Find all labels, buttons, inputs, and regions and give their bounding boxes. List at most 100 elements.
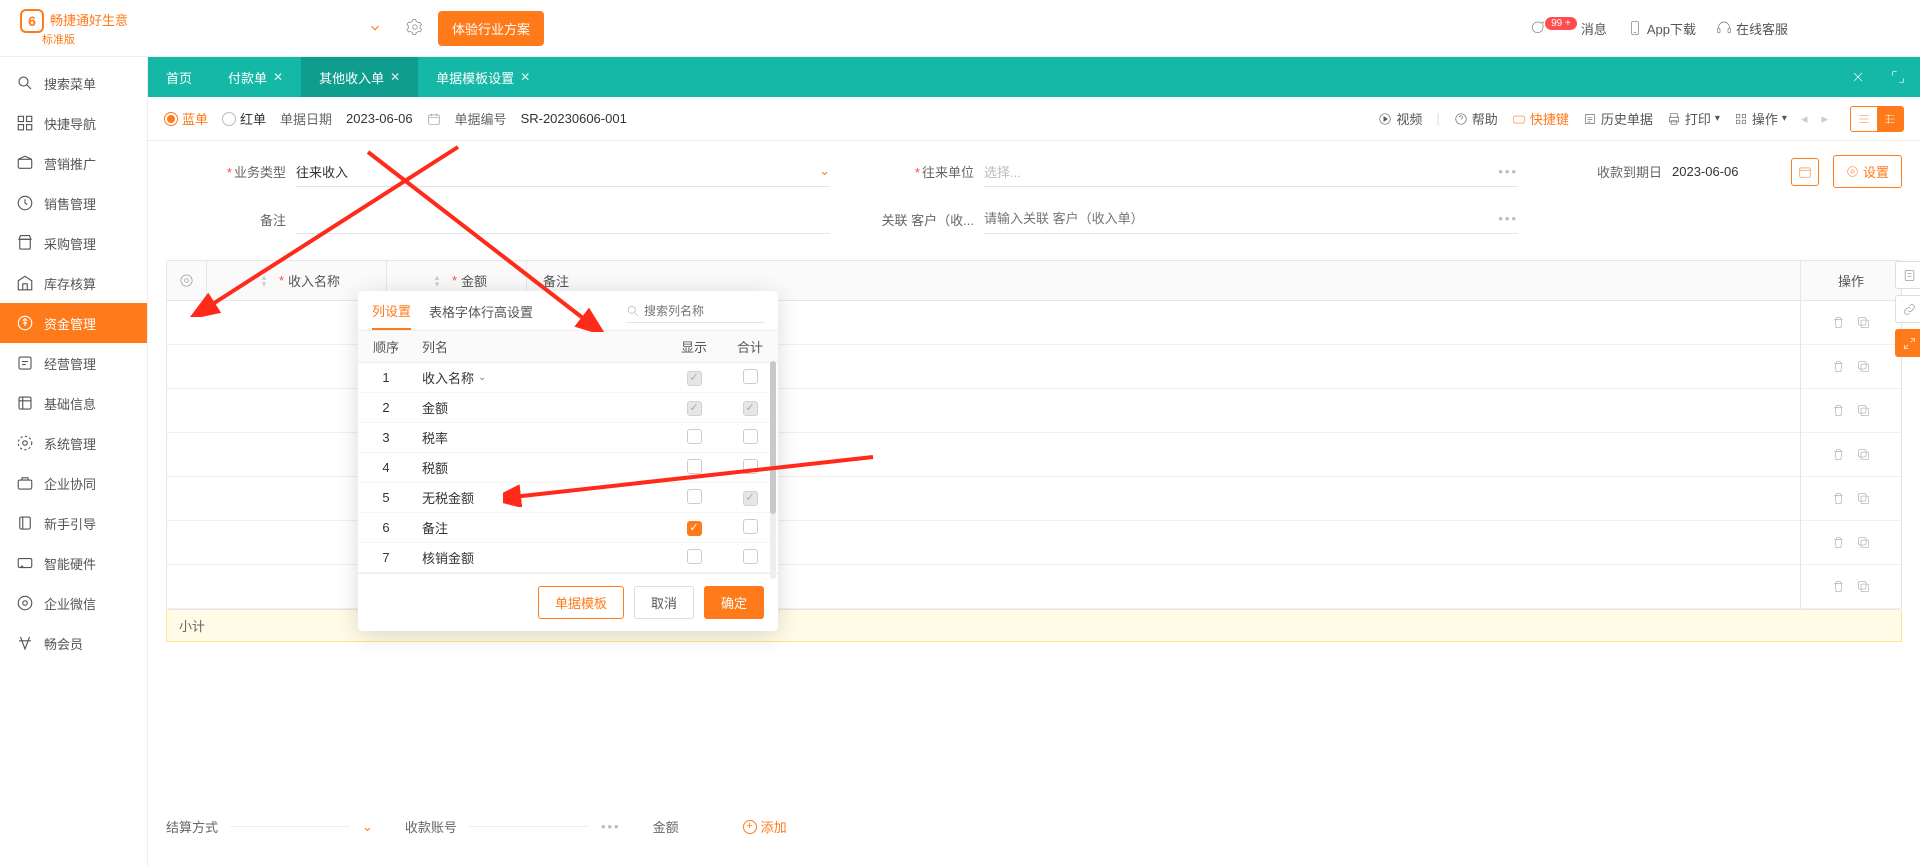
checkbox[interactable] — [743, 549, 758, 564]
sidebar-item-purchase[interactable]: 采购管理 — [0, 223, 147, 263]
sidebar-item-system[interactable]: 系统管理 — [0, 423, 147, 463]
popup-ok-button[interactable]: 确定 — [704, 586, 764, 619]
tab-close-icon[interactable]: ✕ — [273, 70, 283, 84]
calendar-button[interactable] — [1791, 158, 1819, 186]
messages-button[interactable]: 99 + 消息 — [1529, 19, 1607, 38]
remark-input[interactable] — [296, 211, 830, 226]
view-grid[interactable] — [1877, 107, 1903, 131]
popup-head-name: 列名 — [414, 337, 666, 356]
checkbox[interactable] — [687, 489, 702, 504]
nav-prev[interactable]: ◂ — [1801, 111, 1808, 127]
tab-close-icon[interactable]: ✕ — [390, 70, 400, 84]
red-doc-radio[interactable]: 红单 — [222, 109, 266, 128]
popup-tab-columns[interactable]: 列设置 — [372, 301, 411, 330]
popup-search[interactable] — [626, 304, 764, 323]
checkbox[interactable] — [687, 549, 702, 564]
popup-search-input[interactable] — [644, 304, 764, 318]
app-download-button[interactable]: App下载 — [1627, 19, 1696, 38]
copy-icon[interactable] — [1856, 535, 1871, 550]
nav-next[interactable]: ▸ — [1821, 111, 1828, 127]
sidebar-item-coop[interactable]: 企业协同 — [0, 463, 147, 503]
popup-tab-style[interactable]: 表格字体行高设置 — [429, 302, 533, 329]
float-expand-button[interactable] — [1895, 329, 1920, 357]
trash-icon[interactable] — [1831, 535, 1846, 550]
sidebar-item-sales[interactable]: 销售管理 — [0, 183, 147, 223]
sidebar-item-biz[interactable]: 经营管理 — [0, 343, 147, 383]
calendar-icon[interactable] — [427, 112, 441, 126]
company-selector[interactable] — [182, 13, 392, 43]
support-button[interactable]: 在线客服 — [1716, 19, 1788, 38]
tab-0[interactable]: 首页 — [148, 57, 210, 97]
due-date-field[interactable]: 收款到期日 2023-06-06 设置 — [1542, 155, 1902, 188]
more-icon[interactable]: ••• — [601, 819, 621, 834]
grid-settings-button[interactable] — [167, 261, 207, 300]
sidebar-item-stock[interactable]: 库存核算 — [0, 263, 147, 303]
video-link[interactable]: 视频 — [1378, 109, 1422, 128]
sidebar-item-quick[interactable]: 快捷导航 — [0, 103, 147, 143]
trash-icon[interactable] — [1831, 579, 1846, 594]
sidebar-item-base[interactable]: 基础信息 — [0, 383, 147, 423]
checkbox[interactable] — [743, 429, 758, 444]
checkbox[interactable] — [743, 369, 758, 384]
trash-icon[interactable] — [1831, 359, 1846, 374]
copy-icon[interactable] — [1856, 447, 1871, 462]
tab-expand-button[interactable] — [1884, 63, 1912, 91]
blue-doc-radio[interactable]: 蓝单 — [164, 109, 208, 128]
tab-2[interactable]: 其他收入单✕ — [301, 57, 418, 97]
form-settings-button[interactable]: 设置 — [1833, 155, 1902, 188]
float-link-button[interactable] — [1895, 295, 1920, 323]
sidebar-item-fund[interactable]: 资金管理 — [0, 303, 147, 343]
sidebar-item-promo[interactable]: 营销推广 — [0, 143, 147, 183]
hotkey-link[interactable]: 快捷键 — [1512, 109, 1569, 128]
more-icon[interactable]: ••• — [1498, 164, 1518, 179]
doc-date-value[interactable]: 2023-06-06 — [346, 111, 413, 126]
tab-close-button[interactable] — [1844, 63, 1872, 91]
print-link[interactable]: 打印▾ — [1667, 109, 1720, 128]
ops-link[interactable]: 操作▾ — [1734, 109, 1787, 128]
trial-button[interactable]: 体验行业方案 — [438, 11, 544, 46]
floating-toolbar — [1895, 261, 1920, 357]
float-note-button[interactable] — [1895, 261, 1920, 289]
copy-icon[interactable] — [1856, 315, 1871, 330]
popup-scrollbar[interactable] — [770, 361, 776, 579]
tab-close-icon[interactable]: ✕ — [520, 70, 530, 84]
trash-icon[interactable] — [1831, 491, 1846, 506]
keyboard-icon — [1512, 112, 1526, 126]
rel-cust-input[interactable] — [984, 211, 1498, 226]
rel-customer-field[interactable]: 关联 客户（收... ••• — [854, 204, 1518, 234]
trash-icon[interactable] — [1831, 447, 1846, 462]
copy-icon[interactable] — [1856, 579, 1871, 594]
trash-icon[interactable] — [1831, 315, 1846, 330]
tab-3[interactable]: 单据模板设置✕ — [418, 57, 548, 97]
checkbox[interactable] — [687, 521, 702, 536]
column-settings-popup: 列设置 表格字体行高设置 顺序 列名 显示 合计 1收入名称 ⌄2金额3税率4税… — [358, 291, 778, 631]
copy-icon[interactable] — [1856, 491, 1871, 506]
more-icon[interactable]: ••• — [1498, 211, 1518, 226]
sidebar-item-vip[interactable]: 畅会员 — [0, 623, 147, 663]
history-link[interactable]: 历史单据 — [1583, 109, 1653, 128]
view-list[interactable] — [1851, 107, 1877, 131]
badge: 99 + — [1545, 17, 1577, 30]
sidebar-item-work[interactable]: 企业微信 — [0, 583, 147, 623]
checkbox[interactable] — [743, 459, 758, 474]
copy-icon[interactable] — [1856, 359, 1871, 374]
partner-field[interactable]: *往来单位 选择...••• — [854, 157, 1518, 187]
popup-template-button[interactable]: 单据模板 — [538, 586, 624, 619]
trash-icon[interactable] — [1831, 403, 1846, 418]
sidebar-item-iot[interactable]: 智能硬件 — [0, 543, 147, 583]
remark-field[interactable]: 备注 — [166, 204, 830, 234]
popup-cancel-button[interactable]: 取消 — [634, 586, 694, 619]
biz-type-field[interactable]: *业务类型 往来收入⌄ — [166, 157, 830, 187]
tab-1[interactable]: 付款单✕ — [210, 57, 301, 97]
sidebar-item-search[interactable]: 搜索菜单 — [0, 63, 147, 103]
sidebar-item-guide[interactable]: 新手引导 — [0, 503, 147, 543]
chevron-down-icon[interactable]: ⌄ — [478, 372, 486, 383]
top-settings-button[interactable] — [406, 18, 424, 39]
add-settle-button[interactable]: +添加 — [743, 817, 787, 836]
chevron-down-icon[interactable]: ⌄ — [362, 819, 373, 835]
help-link[interactable]: 帮助 — [1454, 109, 1498, 128]
checkbox[interactable] — [687, 459, 702, 474]
copy-icon[interactable] — [1856, 403, 1871, 418]
checkbox[interactable] — [687, 429, 702, 444]
checkbox[interactable] — [743, 519, 758, 534]
